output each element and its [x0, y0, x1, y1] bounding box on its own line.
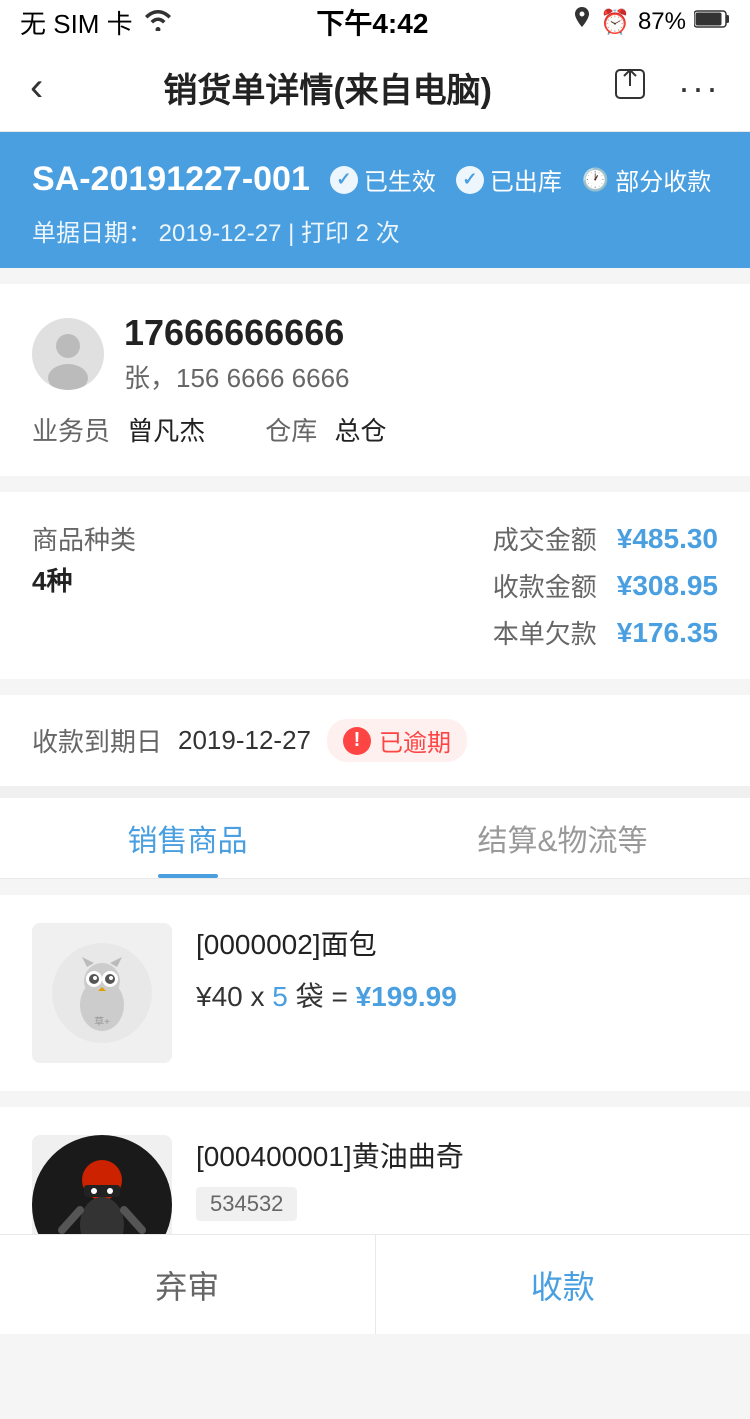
banner-date-row: 单据日期： 2019-12-27 | 打印 2 次	[32, 213, 718, 248]
due-date-label: 收款到期日	[32, 722, 162, 759]
bottom-bar: 弃审 收款	[0, 1234, 750, 1334]
status-left: 无 SIM 卡	[20, 4, 173, 41]
banner-row1: SA-20191227-001 ✓ 已生效 ✓ 已出库 🕐 部分收款	[32, 160, 718, 199]
order-id: SA-20191227-001	[32, 160, 310, 199]
list-item: 草+ [0000002]面包 ¥40 x 5 袋 = ¥199.99	[0, 895, 750, 1091]
warehouse-field: 仓库 总仓	[265, 411, 386, 448]
received-row: 收款金额 ¥308.95	[493, 567, 718, 604]
nav-right: ···	[612, 66, 720, 110]
stats-left: 商品种类 4种	[32, 520, 136, 598]
product-info-1: [0000002]面包 ¥40 x 5 袋 = ¥199.99	[196, 923, 718, 1015]
product-batch-2: 534532	[196, 1187, 297, 1221]
status-time: 下午4:42	[316, 2, 428, 42]
stats-right: 成交金额 ¥485.30 收款金额 ¥308.95 本单欠款 ¥176.35	[493, 520, 718, 651]
wifi-icon	[143, 7, 173, 38]
alarm-icon: ⏰	[600, 8, 630, 37]
status-bar: 无 SIM 卡 下午4:42 ⏰ 87%	[0, 0, 750, 44]
due-date-value: 2019-12-27	[178, 725, 311, 756]
product-type-value: 4种	[32, 561, 136, 598]
carrier-text: 无 SIM 卡	[20, 4, 133, 41]
customer-section: 17666666666 张，156 6666 6666 业务员 曾凡杰 仓库 总…	[0, 284, 750, 476]
back-button[interactable]: ‹	[30, 65, 43, 110]
amount-value: ¥485.30	[617, 523, 718, 555]
salesperson-value: 曾凡杰	[127, 416, 205, 446]
owed-label: 本单欠款	[493, 614, 597, 651]
section-divider	[0, 786, 750, 798]
owed-value: ¥176.35	[617, 617, 718, 649]
customer-id: 17666666666	[124, 312, 350, 354]
badge-shipped: ✓ 已出库	[456, 162, 562, 197]
product-type-label: 商品种类	[32, 520, 136, 557]
check-icon: ✓	[330, 166, 358, 194]
overdue-icon: !	[343, 727, 371, 755]
clock-icon: 🕐	[582, 167, 609, 193]
product-name-2: [000400001]黄油曲奇	[196, 1135, 718, 1175]
share-icon[interactable]	[612, 66, 648, 110]
product-name-1: [0000002]面包	[196, 923, 718, 963]
product-price-1: ¥40 x 5 袋 = ¥199.99	[196, 975, 718, 1015]
amount-row: 成交金额 ¥485.30	[493, 520, 718, 557]
confirm-button[interactable]: 收款	[376, 1235, 750, 1334]
owed-row: 本单欠款 ¥176.35	[493, 614, 718, 651]
received-value: ¥308.95	[617, 570, 718, 602]
badge-partial: 🕐 部分收款	[582, 162, 711, 197]
battery-icon	[694, 8, 730, 36]
cancel-button[interactable]: 弃审	[0, 1235, 376, 1334]
product-qty-1: 5	[272, 981, 288, 1012]
customer-top: 17666666666 张，156 6666 6666	[32, 312, 718, 395]
due-date-section: 收款到期日 2019-12-27 ! 已逾期	[0, 695, 750, 786]
badge-effective: ✓ 已生效	[330, 162, 436, 197]
product-total-1: ¥199.99	[356, 981, 457, 1012]
bottom-spacer	[0, 1319, 750, 1419]
nav-bar: ‹ 销货单详情(来自电脑) ···	[0, 44, 750, 132]
battery-text: 87%	[638, 8, 686, 36]
product-image-1: 草+	[32, 923, 172, 1063]
page-title: 销货单详情(来自电脑)	[163, 63, 492, 112]
status-right: ⏰ 87%	[572, 7, 730, 38]
svg-text:草+: 草+	[94, 1016, 110, 1028]
more-icon[interactable]: ···	[678, 67, 720, 109]
customer-meta: 业务员 曾凡杰 仓库 总仓	[32, 411, 718, 448]
location-icon	[572, 7, 592, 38]
header-banner: SA-20191227-001 ✓ 已生效 ✓ 已出库 🕐 部分收款 单据日期：…	[0, 132, 750, 268]
overdue-text: 已逾期	[379, 723, 451, 758]
overdue-badge: ! 已逾期	[327, 719, 467, 762]
amount-label: 成交金额	[493, 520, 597, 557]
check-icon-2: ✓	[456, 166, 484, 194]
tab-settlement[interactable]: 结算&物流等	[375, 798, 750, 878]
warehouse-value: 总仓	[335, 416, 387, 446]
salesperson-field: 业务员 曾凡杰	[32, 411, 205, 448]
received-label: 收款金额	[493, 567, 597, 604]
tab-sales-products[interactable]: 销售商品	[0, 798, 375, 878]
customer-info: 17666666666 张，156 6666 6666	[124, 312, 350, 395]
avatar	[32, 318, 104, 390]
customer-sub: 张，156 6666 6666	[124, 358, 350, 395]
stats-section: 商品种类 4种 成交金额 ¥485.30 收款金额 ¥308.95 本单欠款 ¥…	[0, 492, 750, 679]
tabs-bar: 销售商品 结算&物流等	[0, 798, 750, 879]
